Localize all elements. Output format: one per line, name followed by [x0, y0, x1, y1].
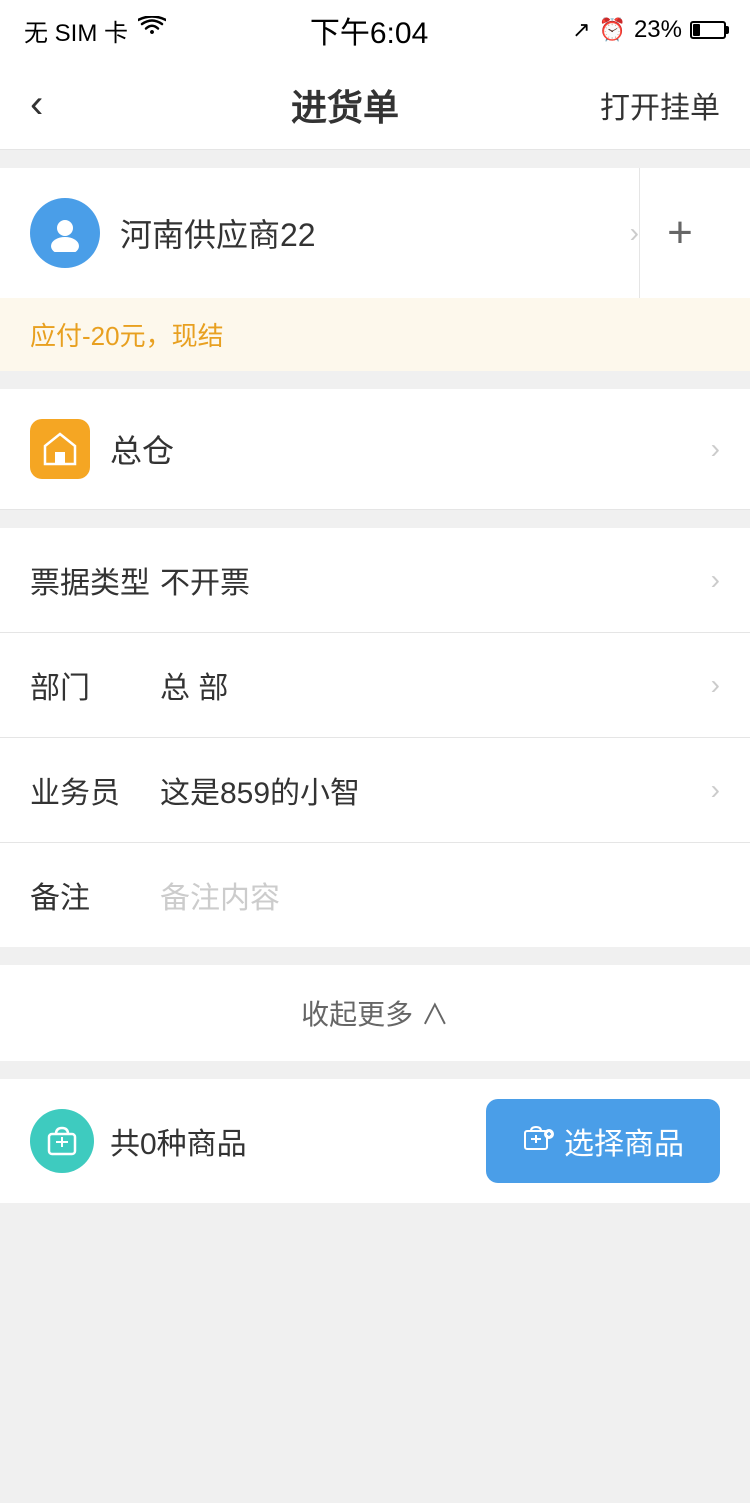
invoice-type-value: 不开票 [160, 558, 701, 602]
salesperson-row[interactable]: 业务员 这是859的小智 › [0, 738, 750, 843]
supplier-main[interactable]: 河南供应商22 › [30, 168, 640, 298]
product-icon [30, 1109, 94, 1173]
supplier-chevron-icon: › [630, 217, 639, 249]
notice-text: 应付-20元，现结 [30, 321, 224, 351]
battery-percent: 23% [634, 16, 682, 44]
salesperson-label: 业务员 [30, 768, 160, 812]
supplier-avatar [30, 198, 100, 268]
product-count-text: 共0种商品 [110, 1119, 247, 1163]
status-right: ↗ ⏰ 23% [572, 16, 726, 44]
remark-value[interactable]: 备注内容 [160, 873, 720, 917]
select-product-button[interactable]: 选择商品 [486, 1099, 720, 1183]
battery-bar [690, 21, 726, 39]
status-bar: 无 SIM 卡 下午6:04 ↗ ⏰ 23% [0, 0, 750, 60]
supplier-section: 河南供应商22 › + [0, 168, 750, 298]
carrier-label: 无 SIM 卡 [24, 13, 128, 48]
department-row[interactable]: 部门 总 部 › [0, 633, 750, 738]
nav-bar: ‹ 进货单 打开挂单 [0, 60, 750, 150]
warehouse-name: 总仓 [110, 426, 681, 472]
invoice-type-chevron-icon: › [711, 564, 720, 596]
page-title: 进货单 [291, 79, 399, 131]
warehouse-chevron-icon: › [711, 433, 720, 465]
collapse-label: 收起更多 ∧ [301, 993, 449, 1033]
form-section: 票据类型 不开票 › 部门 总 部 › 业务员 这是859的小智 › 备注 备注… [0, 528, 750, 947]
warehouse-section[interactable]: 总仓 › [0, 389, 750, 510]
status-left: 无 SIM 卡 [24, 13, 166, 48]
department-label: 部门 [30, 663, 160, 707]
department-value: 总 部 [160, 663, 701, 707]
status-time: 下午6:04 [310, 8, 428, 52]
page-background [0, 1203, 750, 1503]
warehouse-icon [30, 419, 90, 479]
remark-label: 备注 [30, 873, 160, 917]
invoice-type-row[interactable]: 票据类型 不开票 › [0, 528, 750, 633]
back-button[interactable]: ‹ [30, 82, 90, 127]
location-icon: ↗ [572, 17, 590, 43]
remark-row[interactable]: 备注 备注内容 [0, 843, 750, 947]
bottom-bar: 共0种商品 选择商品 [0, 1079, 750, 1203]
product-count-area: 共0种商品 [30, 1109, 247, 1173]
salesperson-chevron-icon: › [711, 774, 720, 806]
invoice-type-label: 票据类型 [30, 558, 160, 602]
salesperson-value: 这是859的小智 [160, 768, 701, 812]
select-product-label: 选择商品 [564, 1119, 684, 1163]
cart-icon [522, 1125, 554, 1157]
add-supplier-button[interactable]: + [640, 168, 720, 298]
notice-banner: 应付-20元，现结 [0, 298, 750, 371]
supplier-name: 河南供应商22 [120, 210, 600, 256]
section-divider-1 [0, 150, 750, 168]
open-pending-button[interactable]: 打开挂单 [600, 83, 720, 127]
wifi-icon [138, 16, 166, 45]
department-chevron-icon: › [711, 669, 720, 701]
collapse-button[interactable]: 收起更多 ∧ [0, 965, 750, 1061]
alarm-icon: ⏰ [599, 17, 626, 43]
